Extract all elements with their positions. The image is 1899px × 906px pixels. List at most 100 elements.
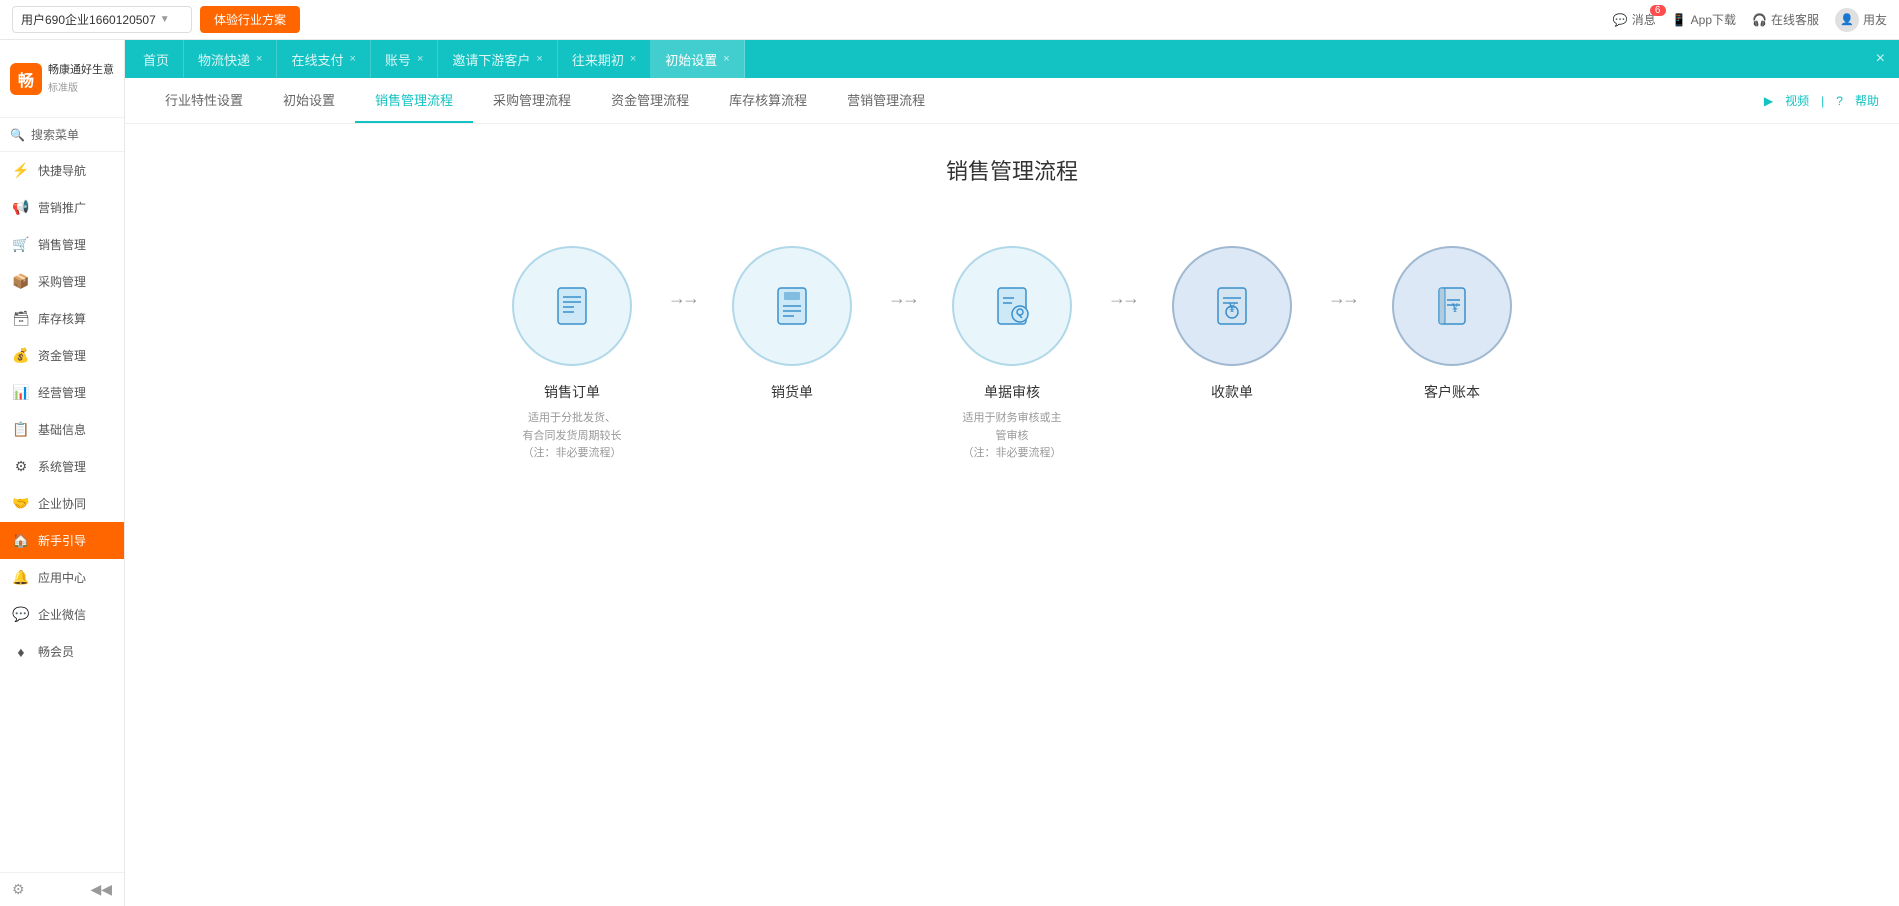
sidebar-item-basic[interactable]: 📋 基础信息 (0, 411, 124, 448)
online-service-item[interactable]: 🎧 在线客服 (1752, 11, 1819, 28)
sub-tab-init[interactable]: 初始设置 (263, 78, 355, 123)
tab-invite-close[interactable]: × (536, 53, 542, 65)
sub-tab-purchase-flow[interactable]: 采购管理流程 (473, 78, 591, 123)
logo-sub: 标准版 (48, 79, 114, 94)
sub-tab-industry[interactable]: 行业特性设置 (145, 78, 263, 123)
sidebar-item-label: 系统管理 (38, 458, 86, 475)
sub-nav: 行业特性设置 初始设置 销售管理流程 采购管理流程 资金管理流程 库存核算流程 … (125, 78, 1899, 124)
sidebar-item-label: 基础信息 (38, 421, 86, 438)
app-icon: 📱 (1672, 13, 1687, 27)
sub-tab-finance-flow[interactable]: 资金管理流程 (591, 78, 709, 123)
tab-invite[interactable]: 邀请下游客户 × (438, 40, 557, 78)
tab-account[interactable]: 账号 × (371, 40, 438, 78)
sidebar-item-app-center[interactable]: 🔔 应用中心 (0, 559, 124, 596)
top-bar-right: 💬 消息 6 📱 App下载 🎧 在线客服 👤 用友 (1613, 8, 1887, 32)
sidebar-item-operations[interactable]: 📊 经营管理 (0, 374, 124, 411)
sub-tab-sales-flow[interactable]: 销售管理流程 (355, 78, 473, 123)
sub-nav-right: ▶ 视频 | ? 帮助 (1764, 92, 1879, 109)
flow-arrow-1: →→ (652, 288, 712, 309)
sidebar-item-collab[interactable]: 🤝 企业协同 (0, 485, 124, 522)
tab-period-close[interactable]: × (630, 53, 636, 65)
sidebar-search[interactable]: 🔍 搜索菜单 (0, 118, 124, 152)
user-select[interactable]: 用户690企业1660120507 ▼ (12, 6, 192, 33)
flow-circle-audit[interactable] (952, 246, 1072, 366)
system-icon: ⚙ (12, 458, 30, 475)
sidebar-item-guide[interactable]: 🏠 新手引导 (0, 522, 124, 559)
flow-circle-account-book[interactable]: ¥ (1392, 246, 1512, 366)
sidebar-item-finance[interactable]: 💰 资金管理 (0, 337, 124, 374)
sidebar-item-label: 采购管理 (38, 273, 86, 290)
tab-invite-label: 邀请下游客户 (452, 50, 530, 69)
flow-label-audit: 单据审核 (984, 382, 1040, 402)
flow-item-receipt: ¥ 收款单 (1152, 246, 1312, 410)
top-bar-left: 用户690企业1660120507 ▼ 体验行业方案 (12, 6, 300, 33)
close-all-tabs[interactable]: × (1866, 50, 1895, 68)
sidebar-item-label: 库存核算 (38, 310, 86, 327)
basic-icon: 📋 (12, 421, 30, 438)
wechat-icon: 💬 (12, 606, 30, 623)
sidebar-item-system[interactable]: ⚙ 系统管理 (0, 448, 124, 485)
tab-period[interactable]: 往来期初 × (558, 40, 651, 78)
tab-account-close[interactable]: × (417, 53, 423, 65)
flow-circle-sales-order[interactable] (512, 246, 632, 366)
sidebar-item-purchase[interactable]: 📦 采购管理 (0, 263, 124, 300)
dropdown-arrow-icon: ▼ (160, 14, 170, 25)
tab-period-label: 往来期初 (572, 50, 624, 69)
sub-tab-marketing-flow[interactable]: 营销管理流程 (827, 78, 945, 123)
flow-container: 销售订单 适用于分批发货、有合同发货周期较长（注：非必要流程） →→ 销货单 (165, 246, 1859, 463)
sub-nav-tabs: 行业特性设置 初始设置 销售管理流程 采购管理流程 资金管理流程 库存核算流程 … (145, 78, 945, 123)
sidebar-item-vip[interactable]: ♦ 畅会员 (0, 633, 124, 670)
settings-gear-icon[interactable]: ⚙ (12, 881, 25, 898)
flow-circle-receipt[interactable]: ¥ (1172, 246, 1292, 366)
logo-text: 畅康通好生意 (48, 63, 114, 78)
sidebar-item-label: 营销推广 (38, 199, 86, 216)
user-avatar[interactable]: 👤 用友 (1835, 8, 1887, 32)
headset-icon: 🎧 (1752, 13, 1767, 27)
tab-logistics[interactable]: 物流快递 × (184, 40, 277, 78)
main-content: 行业特性设置 初始设置 销售管理流程 采购管理流程 资金管理流程 库存核算流程 … (125, 78, 1899, 906)
tab-logistics-label: 物流快递 (198, 50, 250, 69)
user-name: 用友 (1863, 11, 1887, 28)
video-label[interactable]: 视频 (1785, 92, 1809, 109)
flow-item-delivery: 销货单 (712, 246, 872, 410)
tab-payment-close[interactable]: × (349, 53, 355, 65)
user-label: 用户690企业1660120507 (21, 11, 156, 28)
guide-icon: 🏠 (12, 532, 30, 549)
sales-icon: 🛒 (12, 236, 30, 253)
receipt-icon: ¥ (1210, 284, 1254, 328)
sales-order-icon (550, 284, 594, 328)
tab-init-settings[interactable]: 初始设置 × (651, 40, 744, 78)
help-label[interactable]: 帮助 (1855, 92, 1879, 109)
message-icon-item[interactable]: 💬 消息 6 (1613, 11, 1656, 28)
flow-circle-delivery[interactable] (732, 246, 852, 366)
tab-home[interactable]: 首页 (129, 40, 184, 78)
sidebar-item-wechat[interactable]: 💬 企业微信 (0, 596, 124, 633)
app-label: App下载 (1691, 11, 1736, 28)
flow-arrow-2: →→ (872, 288, 932, 309)
page-content: 销售管理流程 销售订单 适用于分批发货、有合同发货周期较长（注：非必要流程） (125, 124, 1899, 493)
sidebar-item-label: 资金管理 (38, 347, 86, 364)
sidebar-item-sales[interactable]: 🛒 销售管理 (0, 226, 124, 263)
tab-account-label: 账号 (385, 50, 411, 69)
app-download-item[interactable]: 📱 App下载 (1672, 11, 1736, 28)
tab-init-close[interactable]: × (723, 53, 729, 65)
flow-label-receipt: 收款单 (1211, 382, 1253, 402)
collapse-sidebar-icon[interactable]: ◀◀ (90, 881, 112, 898)
message-badge: 6 (1650, 5, 1666, 16)
tab-home-label: 首页 (143, 50, 169, 69)
tab-payment[interactable]: 在线支付 × (277, 40, 370, 78)
sidebar-item-inventory[interactable]: 🗃 库存核算 (0, 300, 124, 337)
trial-button[interactable]: 体验行业方案 (200, 6, 300, 33)
operations-icon: 📊 (12, 384, 30, 401)
sidebar-item-quick[interactable]: ⚡ 快捷导航 (0, 152, 124, 189)
marketing-icon: 📢 (12, 199, 30, 216)
sidebar-item-label: 企业协同 (38, 495, 86, 512)
flow-item-account-book: ¥ 客户账本 (1372, 246, 1532, 410)
flow-label-delivery: 销货单 (771, 382, 813, 402)
tab-logistics-close[interactable]: × (256, 53, 262, 65)
tab-payment-label: 在线支付 (291, 50, 343, 69)
sub-tab-inventory-flow[interactable]: 库存核算流程 (709, 78, 827, 123)
divider: | (1821, 94, 1824, 108)
inventory-icon: 🗃 (12, 310, 30, 327)
sidebar-item-marketing[interactable]: 📢 营销推广 (0, 189, 124, 226)
